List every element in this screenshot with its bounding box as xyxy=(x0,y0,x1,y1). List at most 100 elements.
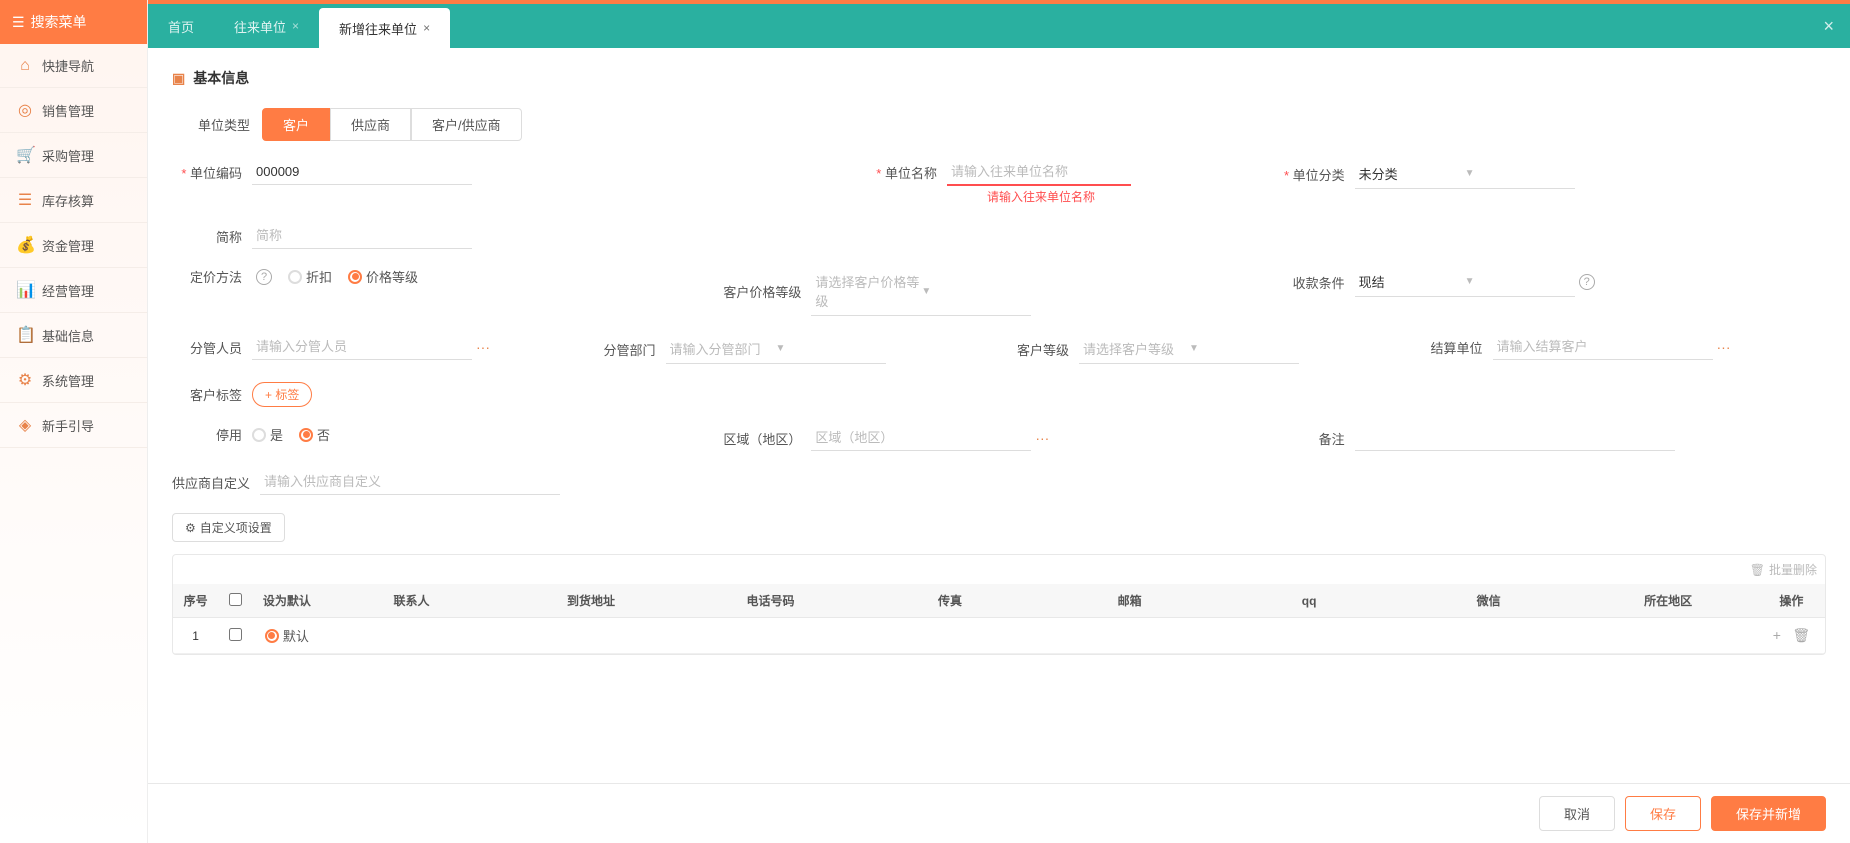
disable-yes[interactable]: 是 xyxy=(252,425,283,444)
radio-discount xyxy=(288,270,302,284)
tab-new-contact[interactable]: 新增往来单位 × xyxy=(319,8,450,48)
tab-contacts-close[interactable]: × xyxy=(292,19,299,33)
section-basic-info: ▣ 基本信息 xyxy=(172,68,1826,88)
td-region[interactable] xyxy=(1578,618,1758,654)
form-row-1: 单位编码 单位名称 请输入往来单位名称 单位分类 未分类 ▼ xyxy=(172,159,1826,205)
th-actions: 操作 xyxy=(1758,584,1825,618)
contact-input[interactable] xyxy=(332,629,492,643)
custom-settings-button[interactable]: ⚙ 自定义项设置 xyxy=(172,513,285,542)
td-qq[interactable] xyxy=(1219,618,1399,654)
tab-home[interactable]: 首页 xyxy=(148,4,214,48)
form-group-unit-name: 单位名称 请输入往来单位名称 xyxy=(723,159,1274,205)
inventory-icon: ☰ xyxy=(16,190,34,210)
payment-select[interactable]: 现结 ▼ xyxy=(1355,267,1575,297)
sidebar-item-purchase[interactable]: 🛒 采购管理 xyxy=(0,133,147,178)
email-input[interactable] xyxy=(1050,629,1210,643)
pricing-help-icon[interactable]: ? xyxy=(256,269,272,285)
pricing-option-discount[interactable]: 折扣 xyxy=(288,267,332,286)
payment-help-icon[interactable]: ? xyxy=(1579,274,1595,290)
department-select[interactable]: 请输入分管部门 ▼ xyxy=(666,334,886,364)
pricing-option-level[interactable]: 价格等级 xyxy=(348,267,418,286)
qq-input[interactable] xyxy=(1229,629,1389,643)
customer-level-select[interactable]: 请选择客户等级 ▼ xyxy=(1079,334,1299,364)
th-email: 邮箱 xyxy=(1040,584,1220,618)
form-group-manager: 分管人员 ··· xyxy=(172,334,586,360)
sidebar-item-quick-nav[interactable]: ⌂ 快捷导航 xyxy=(0,44,147,88)
manager-input[interactable] xyxy=(252,334,472,360)
phone-input[interactable] xyxy=(691,629,851,643)
cancel-button[interactable]: 取消 xyxy=(1539,796,1615,831)
customer-level-arrow: ▼ xyxy=(1189,343,1295,354)
sidebar-item-operations[interactable]: 📊 经营管理 xyxy=(0,268,147,313)
sidebar-item-inventory[interactable]: ☰ 库存核算 xyxy=(0,178,147,223)
sidebar-item-guide[interactable]: ◈ 新手引导 xyxy=(0,403,147,448)
guide-icon: ◈ xyxy=(16,415,34,435)
table-top-bar: 🗑 批量删除 xyxy=(173,555,1825,584)
customer-price-select[interactable]: 请选择客户价格等级 ▼ xyxy=(811,267,1031,316)
region-input[interactable] xyxy=(811,425,1031,451)
sidebar-item-basic[interactable]: 📋 基础信息 xyxy=(0,313,147,358)
td-index: 1 xyxy=(173,618,218,654)
add-row-btn[interactable]: + xyxy=(1769,625,1785,645)
unit-code-label: 单位编码 xyxy=(172,163,252,182)
sidebar-item-label: 系统管理 xyxy=(42,371,94,390)
sidebar-item-sales[interactable]: ◎ 销售管理 xyxy=(0,88,147,133)
unit-category-select[interactable]: 未分类 ▼ xyxy=(1355,159,1575,189)
delete-row-btn[interactable]: 🗑 xyxy=(1788,625,1814,646)
tab-contacts-label: 往来单位 xyxy=(234,17,286,36)
settlement-more[interactable]: ··· xyxy=(1717,339,1731,355)
remark-input[interactable] xyxy=(1355,425,1675,451)
unit-code-input[interactable] xyxy=(252,159,472,185)
sidebar-item-finance[interactable]: 💰 资金管理 xyxy=(0,223,147,268)
disable-no-label: 否 xyxy=(317,425,330,444)
td-phone[interactable] xyxy=(681,618,861,654)
manager-more[interactable]: ··· xyxy=(476,339,490,355)
settlement-input[interactable] xyxy=(1493,334,1713,360)
wechat-input[interactable] xyxy=(1409,629,1569,643)
region-more[interactable]: ··· xyxy=(1035,430,1049,446)
td-fax[interactable] xyxy=(860,618,1040,654)
save-button[interactable]: 保存 xyxy=(1625,796,1701,831)
add-tag-button[interactable]: + 标签 xyxy=(252,382,312,407)
row-default-radio[interactable]: 默认 xyxy=(262,626,312,645)
type-btn-supplier[interactable]: 供应商 xyxy=(330,108,411,141)
tag-btn-label: + 标签 xyxy=(265,386,299,403)
close-all-tabs[interactable]: × xyxy=(1807,16,1850,37)
form-group-remark: 备注 xyxy=(1275,425,1826,451)
td-address[interactable] xyxy=(501,618,681,654)
remark-label: 备注 xyxy=(1275,429,1355,448)
sidebar-search[interactable]: ☰ 搜索菜单 xyxy=(0,0,147,44)
department-placeholder: 请输入分管部门 xyxy=(670,339,776,358)
pricing-label: 定价方法 xyxy=(172,267,252,286)
sidebar-item-system[interactable]: ⚙ 系统管理 xyxy=(0,358,147,403)
sidebar-item-label: 快捷导航 xyxy=(42,56,94,75)
tab-new-contact-label: 新增往来单位 xyxy=(339,19,417,38)
save-new-button[interactable]: 保存并新增 xyxy=(1711,796,1826,831)
batch-delete-label: 批量删除 xyxy=(1769,561,1817,578)
supplier-custom-input[interactable] xyxy=(260,469,560,495)
td-email[interactable] xyxy=(1040,618,1220,654)
default-radio-circle xyxy=(265,629,279,643)
row-checkbox[interactable] xyxy=(229,628,242,641)
sidebar-item-label: 库存核算 xyxy=(42,191,94,210)
form-group-supplier-custom: 供应商自定义 xyxy=(172,469,1826,495)
region-table-input[interactable] xyxy=(1588,629,1748,643)
header-checkbox[interactable] xyxy=(229,593,242,606)
supplier-custom-label: 供应商自定义 xyxy=(172,473,260,492)
td-contact[interactable] xyxy=(322,618,502,654)
fax-input[interactable] xyxy=(870,629,1030,643)
address-input[interactable] xyxy=(511,629,671,643)
tab-new-contact-close[interactable]: × xyxy=(423,21,430,35)
short-name-input[interactable] xyxy=(252,223,472,249)
form-area: ▣ 基本信息 单位类型 客户 供应商 客户/供应商 单位编码 单位名称 请输入往… xyxy=(148,48,1850,783)
batch-delete-btn[interactable]: 🗑 批量删除 xyxy=(1750,561,1817,578)
sidebar-search-label: 搜索菜单 xyxy=(31,12,87,32)
tab-contacts[interactable]: 往来单位 × xyxy=(214,4,319,48)
type-btn-both[interactable]: 客户/供应商 xyxy=(411,108,522,141)
disable-no[interactable]: 否 xyxy=(299,425,330,444)
form-group-department: 分管部门 请输入分管部门 ▼ xyxy=(586,334,1000,364)
type-btn-customer[interactable]: 客户 xyxy=(262,108,330,141)
unit-name-input[interactable] xyxy=(947,159,1131,186)
td-wechat[interactable] xyxy=(1399,618,1579,654)
customer-price-placeholder: 请选择客户价格等级 xyxy=(815,272,921,310)
